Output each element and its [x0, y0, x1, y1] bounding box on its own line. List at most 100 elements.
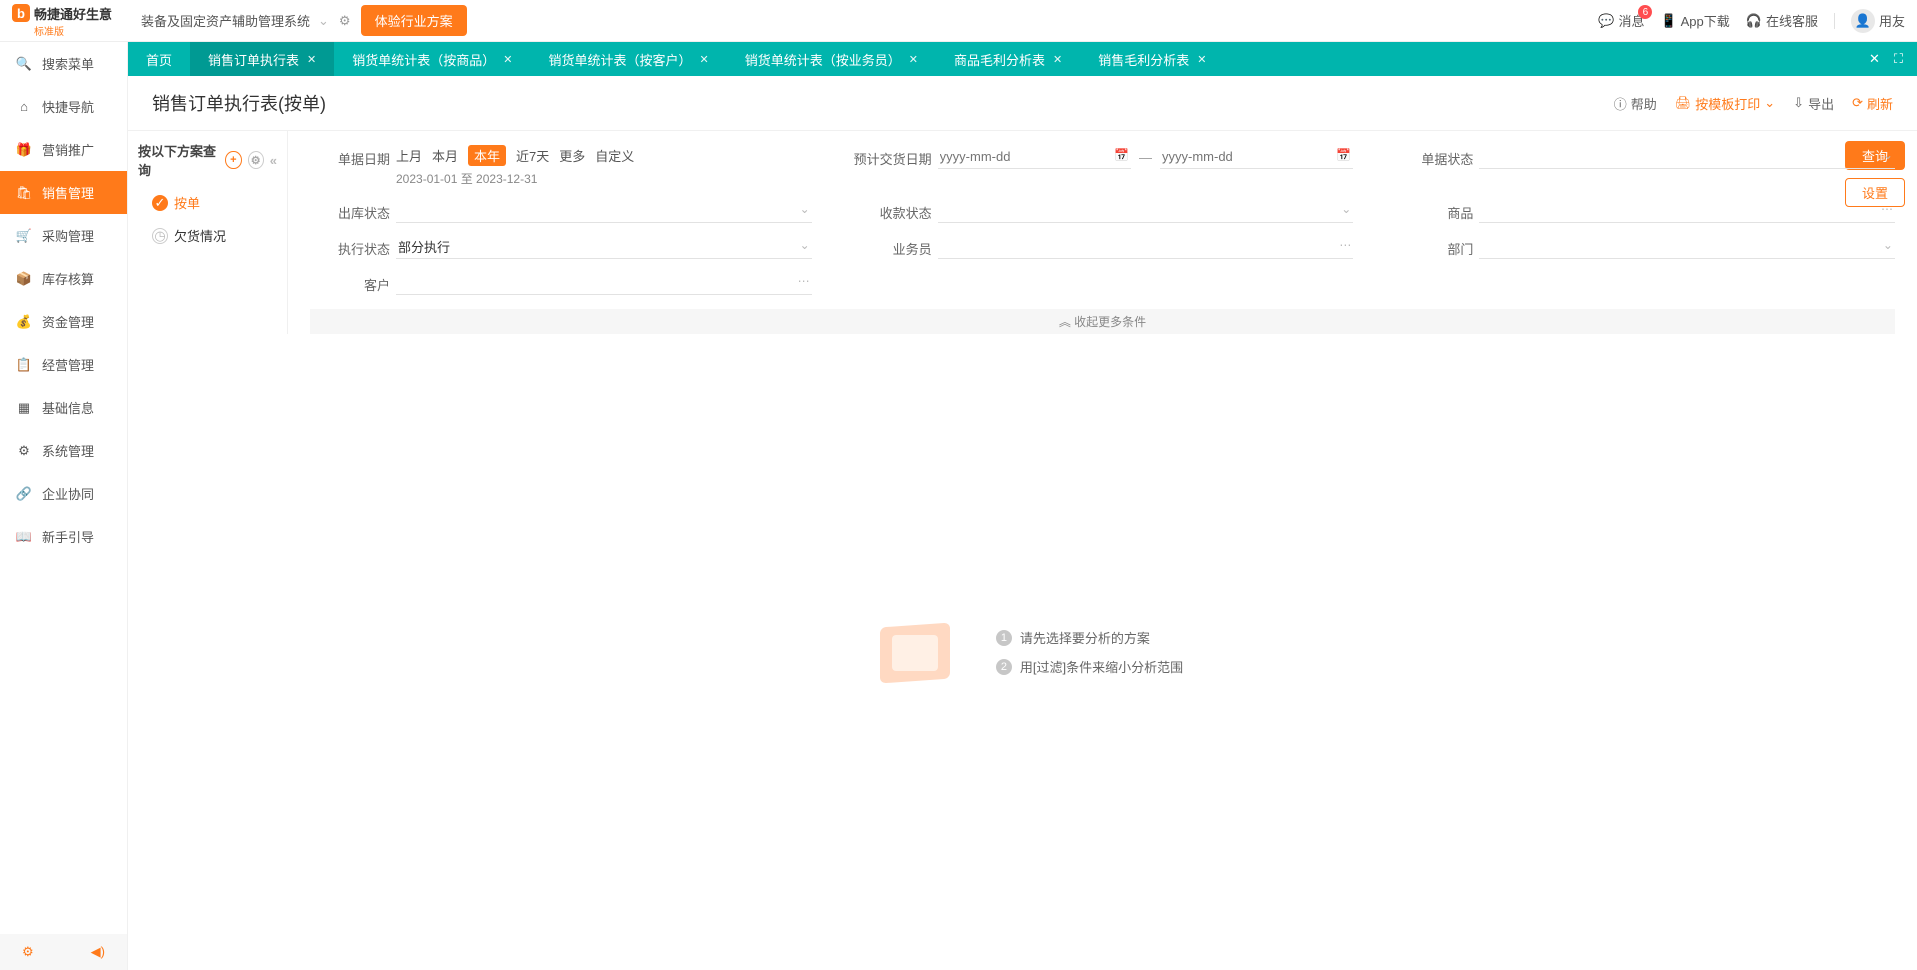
collect-status-label: 收款状态	[852, 199, 932, 222]
sidebar-item-wallet[interactable]: 💰资金管理	[0, 300, 127, 343]
clock-icon: ◷	[152, 228, 168, 244]
sidebar-item-label: 新手引导	[42, 527, 94, 546]
module-settings-icon[interactable]: ⚙	[339, 13, 351, 29]
app-download-button[interactable]: 📱 App下载	[1660, 11, 1729, 30]
chevron-down-icon[interactable]: ⌄	[1883, 148, 1893, 162]
field-dept: 部门 ⌄	[1393, 235, 1895, 259]
date-option[interactable]: 近7天	[516, 146, 549, 165]
collapse-sidebar-icon[interactable]: ◀)	[91, 944, 105, 960]
sidebar-item-grid[interactable]: ▦基础信息	[0, 386, 127, 429]
expect-date-from-input[interactable]	[938, 145, 1131, 169]
tab[interactable]: 销货单统计表（按商品） ✕	[334, 42, 530, 76]
tab[interactable]: 销货单统计表（按客户）✕	[530, 42, 726, 76]
support-label: 在线客服	[1766, 11, 1818, 30]
sidebar-item-cart[interactable]: 🛒采购管理	[0, 214, 127, 257]
expect-date-to-input[interactable]	[1160, 145, 1353, 169]
field-doc-status: 单据状态 ⌄	[1393, 145, 1895, 187]
add-scheme-icon[interactable]: +	[225, 151, 241, 169]
print-button[interactable]: 🖨 按模板打印 ⌄	[1675, 94, 1775, 113]
empty-step-1: 1 请先选择要分析的方案	[996, 628, 1183, 647]
tab[interactable]: 销货单统计表（按业务员）✕	[727, 42, 936, 76]
date-option[interactable]: 本年	[468, 145, 506, 166]
field-biz-person: 业务员 ⋯	[852, 235, 1354, 259]
more-icon[interactable]: ⋯	[1339, 238, 1351, 252]
fullscreen-icon[interactable]: ⛶	[1894, 51, 1903, 67]
messages-button[interactable]: 💬 消息 6	[1598, 11, 1644, 30]
calendar-icon[interactable]: 📅	[1114, 148, 1129, 162]
close-icon[interactable]: ✕	[307, 53, 316, 66]
top-header: b 畅捷通好生意 标准版 装备及固定资产辅助管理系统 ⌄ ⚙ 体验行业方案 💬 …	[0, 0, 1917, 42]
date-range-value: 2023-01-01 至 2023-12-31	[396, 170, 812, 187]
close-icon[interactable]: ✕	[503, 53, 512, 66]
close-all-tabs-icon[interactable]: ✕	[1869, 51, 1880, 67]
sidebar-item-box[interactable]: 📦库存核算	[0, 257, 127, 300]
module-selector[interactable]: 装备及固定资产辅助管理系统 ⌄	[141, 11, 329, 30]
sidebar-item-label: 搜索菜单	[42, 54, 94, 73]
collect-status-select[interactable]	[938, 199, 1354, 223]
biz-person-input[interactable]	[938, 235, 1354, 259]
out-status-select[interactable]	[396, 199, 812, 223]
close-icon[interactable]: ✕	[909, 53, 918, 66]
doc-date-label: 单据日期	[310, 145, 390, 168]
scheme-settings-icon[interactable]: ⚙	[248, 151, 264, 169]
search-icon: 🔍	[16, 56, 32, 72]
sidebar-item-clipboard[interactable]: 📋经营管理	[0, 343, 127, 386]
tab[interactable]: 销售订单执行表✕	[190, 42, 334, 76]
collapse-scheme-icon[interactable]: «	[270, 153, 277, 168]
chevron-down-icon[interactable]: ⌄	[1883, 238, 1893, 252]
sidebar-item-search[interactable]: 🔍 搜索菜单	[0, 42, 127, 85]
settings-icon[interactable]: ⚙	[22, 944, 34, 960]
sidebar-item-bag[interactable]: 🛍销售管理	[0, 171, 127, 214]
sidebar-item-label: 快捷导航	[42, 97, 94, 116]
export-button[interactable]: ⇩ 导出	[1793, 94, 1834, 113]
tab-label: 销货单统计表（按商品）	[352, 50, 495, 69]
chevron-down-icon[interactable]: ⌄	[1341, 202, 1351, 216]
sidebar-item-home[interactable]: ⌂快捷导航	[0, 85, 127, 128]
date-option[interactable]: 更多	[559, 146, 585, 165]
user-menu[interactable]: 👤 用友	[1851, 9, 1905, 33]
refresh-icon: ⟳	[1852, 95, 1863, 111]
close-icon[interactable]: ✕	[1053, 53, 1062, 66]
goods-input[interactable]	[1479, 199, 1895, 223]
collapse-filters-button[interactable]: 收起更多条件	[310, 309, 1895, 334]
more-icon[interactable]: ⋯	[1881, 202, 1893, 216]
chevron-down-icon[interactable]: ⌄	[800, 238, 810, 252]
close-icon[interactable]: ✕	[1197, 53, 1206, 66]
sidebar-item-gift[interactable]: 🎁营销推广	[0, 128, 127, 171]
experience-button[interactable]: 体验行业方案	[361, 5, 467, 36]
export-icon: ⇩	[1793, 95, 1804, 111]
sidebar-item-label: 基础信息	[42, 398, 94, 417]
refresh-button[interactable]: ⟳ 刷新	[1852, 94, 1893, 113]
tab[interactable]: 首页	[128, 42, 190, 76]
chat-icon: 💬	[1598, 13, 1614, 29]
logo-block: b 畅捷通好生意 标准版	[12, 4, 127, 38]
scheme-item[interactable]: ◷欠货情况	[138, 222, 277, 249]
exec-status-select[interactable]	[396, 235, 812, 259]
customer-input[interactable]	[396, 271, 812, 295]
help-button[interactable]: ⓘ 帮助	[1614, 94, 1657, 113]
tab[interactable]: 销售毛利分析表✕	[1080, 42, 1224, 76]
step-number-icon: 1	[996, 630, 1012, 646]
expect-date-label: 预计交货日期	[852, 145, 932, 168]
step-1-text: 请先选择要分析的方案	[1020, 628, 1150, 647]
date-option[interactable]: 本月	[432, 146, 458, 165]
date-option[interactable]: 自定义	[595, 146, 634, 165]
support-button[interactable]: 🎧 在线客服	[1746, 11, 1818, 30]
date-option[interactable]: 上月	[396, 146, 422, 165]
sidebar-item-link[interactable]: 🔗企业协同	[0, 472, 127, 515]
chevron-down-icon[interactable]: ⌄	[800, 202, 810, 216]
sidebar-item-gear[interactable]: ⚙系统管理	[0, 429, 127, 472]
headset-icon: 🎧	[1746, 13, 1762, 29]
more-icon[interactable]: ⋯	[798, 274, 810, 288]
module-name: 装备及固定资产辅助管理系统	[141, 11, 310, 30]
calendar-icon[interactable]: 📅	[1336, 148, 1351, 162]
scheme-item[interactable]: ✓按单	[138, 189, 277, 216]
dept-select[interactable]	[1479, 235, 1895, 259]
sidebar-item-book[interactable]: 📖新手引导	[0, 515, 127, 558]
logo-text: 畅捷通好生意	[34, 4, 112, 23]
tab[interactable]: 商品毛利分析表✕	[936, 42, 1080, 76]
close-icon[interactable]: ✕	[700, 53, 709, 66]
step-number-icon: 2	[996, 659, 1012, 675]
query-area: 按以下方案查询 + ⚙ « ✓按单◷欠货情况 查询 设置	[128, 131, 1917, 334]
doc-status-select[interactable]	[1479, 145, 1895, 169]
